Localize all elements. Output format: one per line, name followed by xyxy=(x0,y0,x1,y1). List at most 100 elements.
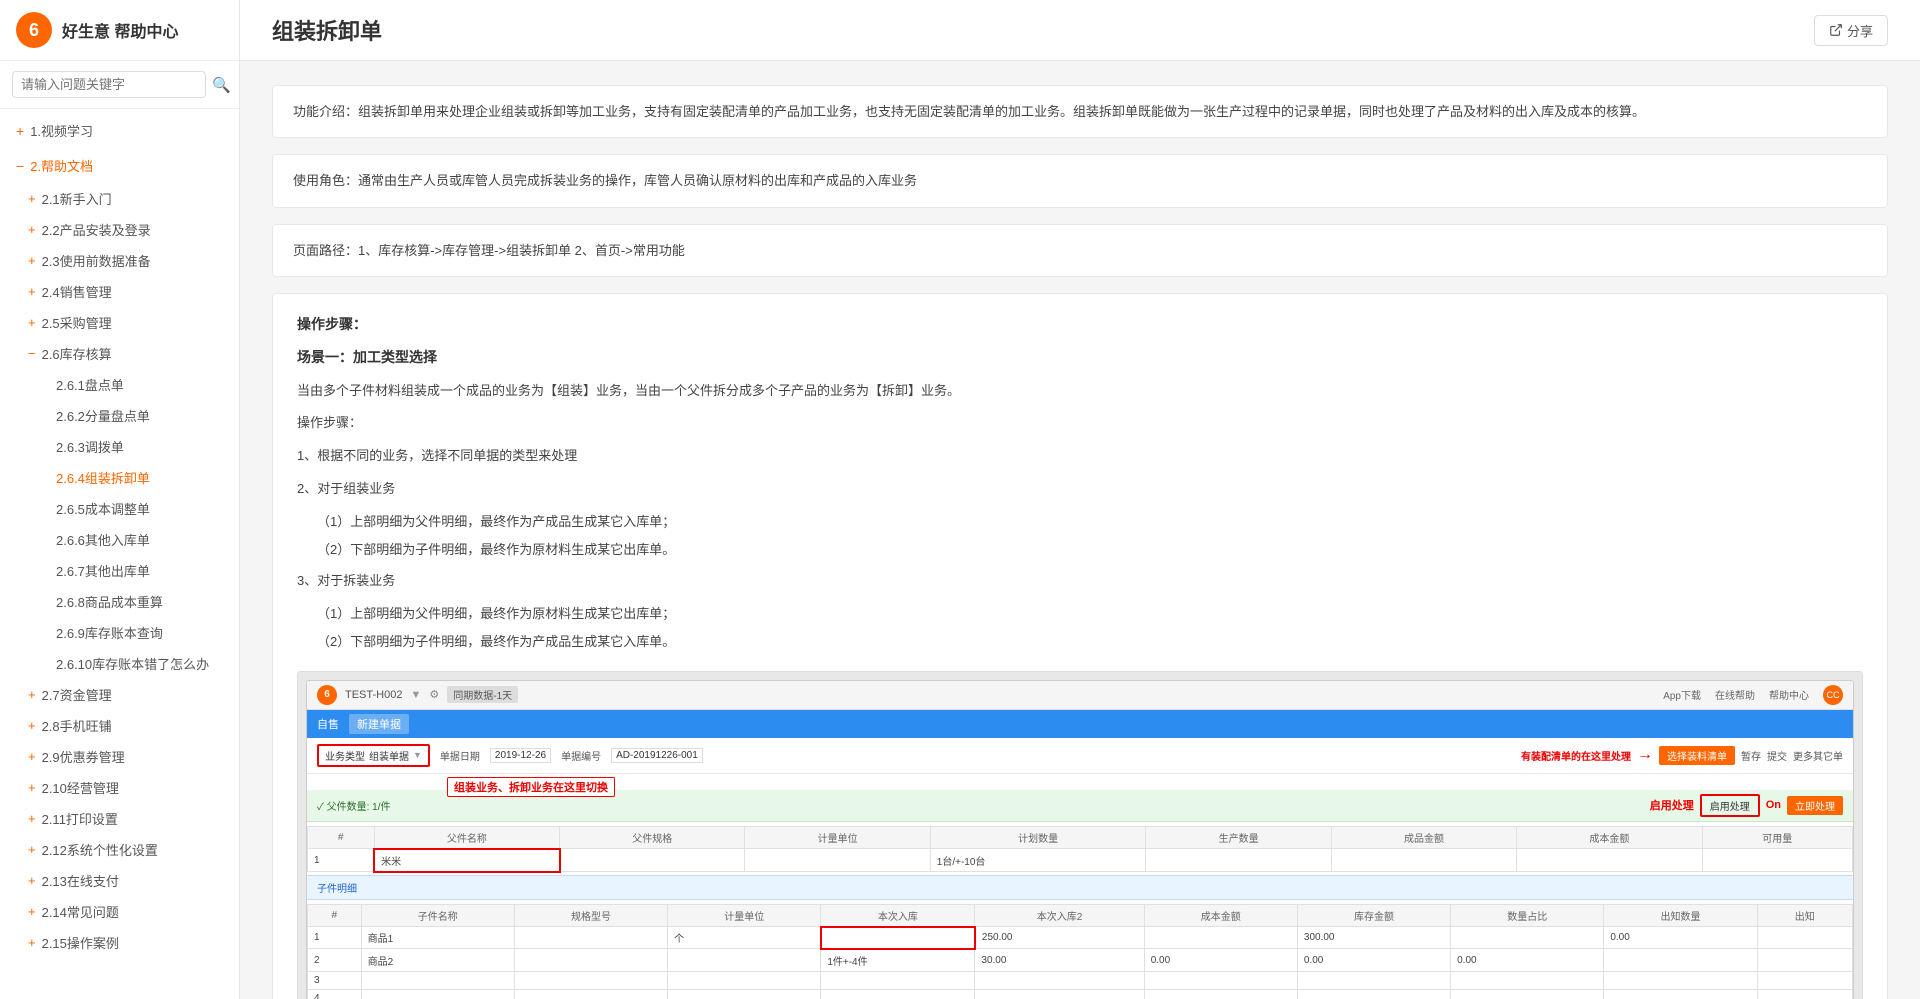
sidebar-label-2-11: 2.11打印设置 xyxy=(42,809,118,828)
sidebar-item-2[interactable]: − 2.帮助文档 xyxy=(0,148,239,183)
sidebar-item-2-6[interactable]: − 2.6库存核算 xyxy=(28,338,239,369)
fake-type-label: 业务类型 xyxy=(325,748,365,763)
fake-confirm-btn[interactable]: 立即处理 xyxy=(1787,796,1843,815)
sidebar-label-2-6-10: 2.6.10库存账本错了怎么办 xyxy=(56,654,209,673)
fake-process-box: 启用处理 xyxy=(1700,794,1760,817)
expand-icon-1: + xyxy=(16,123,24,139)
sidebar-item-2-13[interactable]: + 2.13在线支付 xyxy=(28,865,239,896)
screenshot-wrapper: 6 TEST-H002 ▼ ⚙ 同期数据-1天 App下载 在线帮助 帮助中心 … xyxy=(297,671,1863,999)
sidebar-item-2-6-4[interactable]: 2.6.4组装拆卸单 xyxy=(56,462,239,493)
nav-sub-2-6: 2.6.1盘点单 2.6.2分量盘点单 2.6.3调拨单 2.6.4组装拆卸单 … xyxy=(28,369,239,679)
fake-no-label: 单据编号 xyxy=(561,748,601,763)
sidebar-item-2-9[interactable]: + 2.9优惠券管理 xyxy=(28,741,239,772)
sidebar-item-2-6-10[interactable]: 2.6.10库存账本错了怎么办 xyxy=(56,648,239,679)
share-label: 分享 xyxy=(1847,21,1873,40)
logo-text: 好生意 帮助中心 xyxy=(62,18,178,42)
sidebar-item-2-15[interactable]: + 2.15操作案例 xyxy=(28,927,239,958)
main-content: 组装拆卸单 分享 功能介绍：组装拆卸单用来处理企业组装或拆卸等加工业务，支持有固… xyxy=(240,0,1920,999)
sidebar-label-2-6-6: 2.6.6其他入库单 xyxy=(56,530,150,549)
sidebar-item-2-4[interactable]: + 2.4销售管理 xyxy=(28,276,239,307)
fake-select-btn[interactable]: 选择装料清单 xyxy=(1659,746,1735,765)
step3: 3、对于拆装业务 xyxy=(297,569,1863,594)
fake-on-label: On xyxy=(1766,799,1781,811)
fake-col-available: 可用量 xyxy=(1702,826,1852,849)
sidebar-item-2-6-2[interactable]: 2.6.2分量盘点单 xyxy=(56,400,239,431)
sidebar-item-2-12[interactable]: + 2.12系统个性化设置 xyxy=(28,834,239,865)
nav-section: + 1.视频学习 − 2.帮助文档 + 2.1新手入门 + 2.2产品安装及登录… xyxy=(0,109,239,962)
search-input[interactable] xyxy=(12,71,206,98)
path-box: 页面路径：1、库存核算->库存管理->组装拆卸单 2、首页->常用功能 xyxy=(272,224,1888,277)
step3-2: （2）下部明细为子件明细，最终作为产成品生成某它入库单。 xyxy=(297,630,1863,655)
sidebar-item-2-6-1[interactable]: 2.6.1盘点单 xyxy=(56,369,239,400)
fake-user-avatar: CC xyxy=(1823,685,1843,705)
sidebar-label-2-4: 2.4销售管理 xyxy=(42,282,112,301)
sidebar-label-2: 2.帮助文档 xyxy=(30,156,93,175)
fake-type-value: 组装单据 xyxy=(369,748,409,763)
scenario-desc: 当由多个子件材料组装成一个成品的业务为【组装】业务，当由一个父件拆分成多个子产品… xyxy=(297,379,1863,404)
search-box[interactable]: 🔍 xyxy=(0,61,239,109)
sidebar-label-2-13: 2.13在线支付 xyxy=(42,871,119,890)
fake-ann-right: 有装配清单的在这里处理 xyxy=(1521,748,1631,763)
expand-icon-2-14: + xyxy=(28,904,36,919)
expand-icon-2-8: + xyxy=(28,718,36,733)
expand-icon-2-3: + xyxy=(28,253,36,268)
sidebar-item-2-6-7[interactable]: 2.6.7其他出库单 xyxy=(56,555,239,586)
desc-box-2: 使用角色：通常由生产人员或库管人员完成拆装业务的操作，库管人员确认原材料的出库和… xyxy=(272,154,1888,207)
step2-1: （1）上部明细为父件明细，最终作为产成品生成某它入库单； xyxy=(297,510,1863,535)
sidebar-label-2-10: 2.10经营管理 xyxy=(42,778,119,797)
fake-main-table: # 父件名称 父件规格 计量单位 计划数量 生产数量 成品金额 成本金额 可用量 xyxy=(307,826,1853,873)
logo-icon: 6 xyxy=(16,12,52,48)
sidebar-item-2-7[interactable]: + 2.7资金管理 xyxy=(28,679,239,710)
sidebar-item-2-5[interactable]: + 2.5采购管理 xyxy=(28,307,239,338)
expand-icon-2-12: + xyxy=(28,842,36,857)
sidebar-item-2-8[interactable]: + 2.8手机旺铺 xyxy=(28,710,239,741)
sidebar-item-2-2[interactable]: + 2.2产品安装及登录 xyxy=(28,214,239,245)
share-button[interactable]: 分享 xyxy=(1814,15,1888,46)
sidebar-item-2-6-6[interactable]: 2.6.6其他入库单 xyxy=(56,524,239,555)
page-title: 组装拆卸单 xyxy=(272,14,382,46)
fake-arrow-right: → xyxy=(1637,746,1653,764)
sidebar-item-1[interactable]: + 1.视频学习 xyxy=(0,113,239,148)
table-row: 4 xyxy=(308,989,1853,999)
expand-icon-2-11: + xyxy=(28,811,36,826)
sidebar-item-2-6-8[interactable]: 2.6.8商品成本重算 xyxy=(56,586,239,617)
fake-sub-table: # 子件名称 规格型号 计量单位 本次入库 本次入库2 成本金额 库存金额 数量… xyxy=(307,904,1853,999)
sidebar-label-2-6-3: 2.6.3调拨单 xyxy=(56,437,124,456)
path-text: 页面路径：1、库存核算->库存管理->组装拆卸单 2、首页->常用功能 xyxy=(293,239,1867,262)
fake-center: 帮助中心 xyxy=(1769,687,1809,702)
sidebar-label-2-15: 2.15操作案例 xyxy=(42,933,119,952)
table-row: 1 商品1 个 250.00 300.00 0.00 xyxy=(308,927,1853,949)
expand-icon-2-10: + xyxy=(28,780,36,795)
table-row: 3 xyxy=(308,971,1853,989)
fake-nav-home: 自售 xyxy=(317,716,339,732)
fake-ann-center-wrapper: 组装业务、拆卸业务在这里切换 xyxy=(447,777,615,797)
fake-col-product-amt: 成品金额 xyxy=(1331,826,1516,849)
sidebar-item-2-6-9[interactable]: 2.6.9库存账本查询 xyxy=(56,617,239,648)
sidebar-label-2-12: 2.12系统个性化设置 xyxy=(42,840,158,859)
fake-date-label: 单据日期 xyxy=(440,748,480,763)
sidebar-item-2-3[interactable]: + 2.3使用前数据准备 xyxy=(28,245,239,276)
fake-col-plan: 计划数量 xyxy=(930,826,1146,849)
fake-col-unit: 计量单位 xyxy=(745,826,930,849)
sidebar-item-2-14[interactable]: + 2.14常见问题 xyxy=(28,896,239,927)
desc-text-1: 功能介绍：组装拆卸单用来处理企业组装或拆卸等加工业务，支持有固定装配清单的产品加… xyxy=(293,100,1867,123)
sidebar-label-2-8: 2.8手机旺铺 xyxy=(42,716,112,735)
sidebar-item-2-1[interactable]: + 2.1新手入门 xyxy=(28,183,239,214)
fake-no-value: AD-20191226-001 xyxy=(611,748,703,763)
sidebar-label-1: 1.视频学习 xyxy=(30,121,93,140)
expand-icon-2-5: + xyxy=(28,315,36,330)
fake-ann-center: 组装业务、拆卸业务在这里切换 xyxy=(447,777,615,797)
sidebar-item-2-11[interactable]: + 2.11打印设置 xyxy=(28,803,239,834)
sidebar-item-2-6-5[interactable]: 2.6.5成本调整单 xyxy=(56,493,239,524)
fake-help: 在线帮助 xyxy=(1715,687,1755,702)
fake-nav: 自售 新建单据 xyxy=(307,710,1853,738)
content-area: 功能介绍：组装拆卸单用来处理企业组装或拆卸等加工业务，支持有固定装配清单的产品加… xyxy=(240,61,1920,999)
step3-1: （1）上部明细为父件明细，最终作为原材料生成某它出库单； xyxy=(297,602,1863,627)
sidebar-item-2-10[interactable]: + 2.10经营管理 xyxy=(28,772,239,803)
expand-icon-2-9: + xyxy=(28,749,36,764)
sidebar-label-2-3: 2.3使用前数据准备 xyxy=(42,251,151,270)
search-button[interactable]: 🔍 xyxy=(206,76,231,94)
expand-icon-2-13: + xyxy=(28,873,36,888)
fake-topbar: 6 TEST-H002 ▼ ⚙ 同期数据-1天 App下载 在线帮助 帮助中心 … xyxy=(307,681,1853,710)
sidebar-item-2-6-3[interactable]: 2.6.3调拨单 xyxy=(56,431,239,462)
